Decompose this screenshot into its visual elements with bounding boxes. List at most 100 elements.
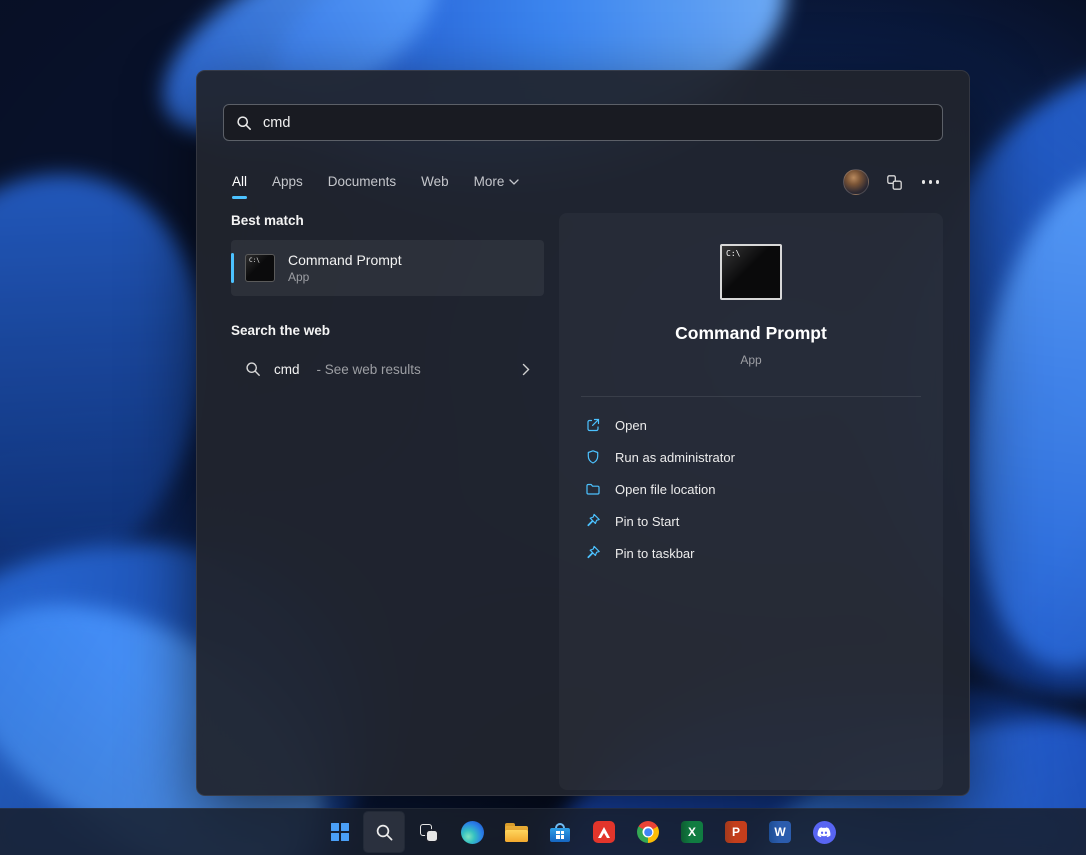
tab-label: More [474, 174, 505, 189]
chevron-down-icon [509, 179, 519, 185]
folder-front [505, 830, 528, 842]
logo-square [341, 833, 349, 841]
tab-label: All [232, 174, 247, 189]
admin-shield-icon [585, 449, 601, 465]
taskbar-powerpoint-button[interactable]: P [716, 812, 756, 852]
results-column: Best match C:\ Command Prompt App Search… [231, 213, 544, 389]
search-header-icons [843, 169, 942, 195]
taskbar-microsoft-store-button[interactable] [540, 812, 580, 852]
search-results-area: Best match C:\ Command Prompt App Search… [197, 213, 969, 790]
action-open-file-location[interactable]: Open file location [581, 473, 921, 505]
chrome-icon [637, 821, 659, 843]
result-text: Command Prompt App [288, 252, 402, 284]
user-avatar[interactable] [843, 169, 869, 195]
taskbar-discord-button[interactable] [804, 812, 844, 852]
logo-square [556, 835, 560, 839]
action-open[interactable]: Open [581, 409, 921, 441]
logo-square [341, 823, 349, 831]
search-icon [245, 361, 261, 377]
powerpoint-icon: P [725, 821, 747, 843]
logo-square [331, 833, 339, 841]
tab-web[interactable]: Web [420, 168, 450, 199]
windows-logo-icon [331, 823, 349, 841]
search-the-web-label: Search the web [231, 323, 544, 338]
task-view-front-square [427, 831, 437, 841]
cmd-screen-text: C:\ [726, 249, 740, 258]
chevron-right-icon [522, 363, 530, 376]
taskbar: X P W [0, 808, 1086, 855]
best-match-result[interactable]: C:\ Command Prompt App [231, 240, 544, 296]
word-icon: W [769, 821, 791, 843]
preview-title: Command Prompt [675, 323, 827, 344]
microsoft-store-icon [550, 823, 570, 842]
store-bag [550, 828, 570, 842]
pin-icon [585, 513, 601, 529]
logo-square [331, 823, 339, 831]
command-prompt-icon-large: C:\ [720, 244, 782, 300]
edge-icon [461, 821, 484, 844]
action-label: Pin to taskbar [615, 546, 695, 561]
taskbar-edge-button[interactable] [452, 812, 492, 852]
excel-icon: X [681, 821, 703, 843]
best-match-label: Best match [231, 213, 544, 228]
dot [936, 180, 940, 184]
search-flyout: All Apps Documents Web More [196, 70, 970, 796]
web-query-text: cmd [274, 362, 300, 377]
action-label: Open [615, 418, 647, 433]
more-options-button[interactable] [920, 176, 942, 188]
taskbar-task-view-button[interactable] [408, 812, 448, 852]
logo-square [561, 835, 565, 839]
search-filter-bar: All Apps Documents Web More [231, 165, 941, 199]
taskbar-start-button[interactable] [320, 812, 360, 852]
taskbar-adobe-acrobat-button[interactable] [584, 812, 624, 852]
folder-icon [585, 481, 601, 497]
action-label: Run as administrator [615, 450, 735, 465]
preview-subtitle: App [740, 353, 761, 367]
taskbar-items: X P W [320, 812, 844, 852]
taskbar-excel-button[interactable]: X [672, 812, 712, 852]
pin-icon [585, 545, 601, 561]
adobe-acrobat-icon [593, 821, 615, 843]
search-icon [375, 823, 394, 842]
taskbar-search-button[interactable] [364, 812, 404, 852]
tab-apps[interactable]: Apps [271, 168, 304, 199]
logo-square [561, 831, 565, 835]
dot [922, 180, 926, 184]
cmd-screen-text: C:\ [249, 257, 260, 264]
logo-square [556, 831, 560, 835]
preview-pane: C:\ Command Prompt App Open [559, 213, 943, 790]
discord-glyph [817, 827, 831, 838]
action-pin-to-taskbar[interactable]: Pin to taskbar [581, 537, 921, 569]
taskbar-chrome-button[interactable] [628, 812, 668, 852]
search-options-icon[interactable] [886, 174, 903, 191]
tab-documents[interactable]: Documents [327, 168, 397, 199]
action-run-as-administrator[interactable]: Run as administrator [581, 441, 921, 473]
action-label: Pin to Start [615, 514, 679, 529]
action-label: Open file location [615, 482, 715, 497]
search-box[interactable] [223, 104, 943, 141]
web-search-result[interactable]: cmd - See web results [231, 349, 544, 389]
command-prompt-icon: C:\ [245, 254, 275, 282]
discord-icon [813, 821, 836, 844]
tab-label: Documents [328, 174, 396, 189]
dot [929, 180, 933, 184]
tab-label: Apps [272, 174, 303, 189]
search-icon [236, 115, 252, 131]
tab-label: Web [421, 174, 449, 189]
web-suffix-text: - See web results [317, 362, 421, 377]
result-subtitle: App [288, 270, 402, 284]
action-pin-to-start[interactable]: Pin to Start [581, 505, 921, 537]
taskbar-word-button[interactable]: W [760, 812, 800, 852]
taskbar-file-explorer-button[interactable] [496, 812, 536, 852]
tab-more[interactable]: More [473, 168, 521, 199]
search-input[interactable] [263, 115, 930, 131]
acrobat-triangle [598, 827, 611, 838]
store-windows-logo [556, 831, 564, 839]
open-icon [585, 417, 601, 433]
result-title: Command Prompt [288, 252, 402, 268]
tab-all[interactable]: All [231, 168, 248, 199]
search-filter-tabs: All Apps Documents Web More [231, 165, 520, 199]
preview-actions: Open Run as administrator [559, 397, 943, 569]
task-view-icon [420, 824, 437, 841]
file-explorer-icon [505, 823, 528, 842]
